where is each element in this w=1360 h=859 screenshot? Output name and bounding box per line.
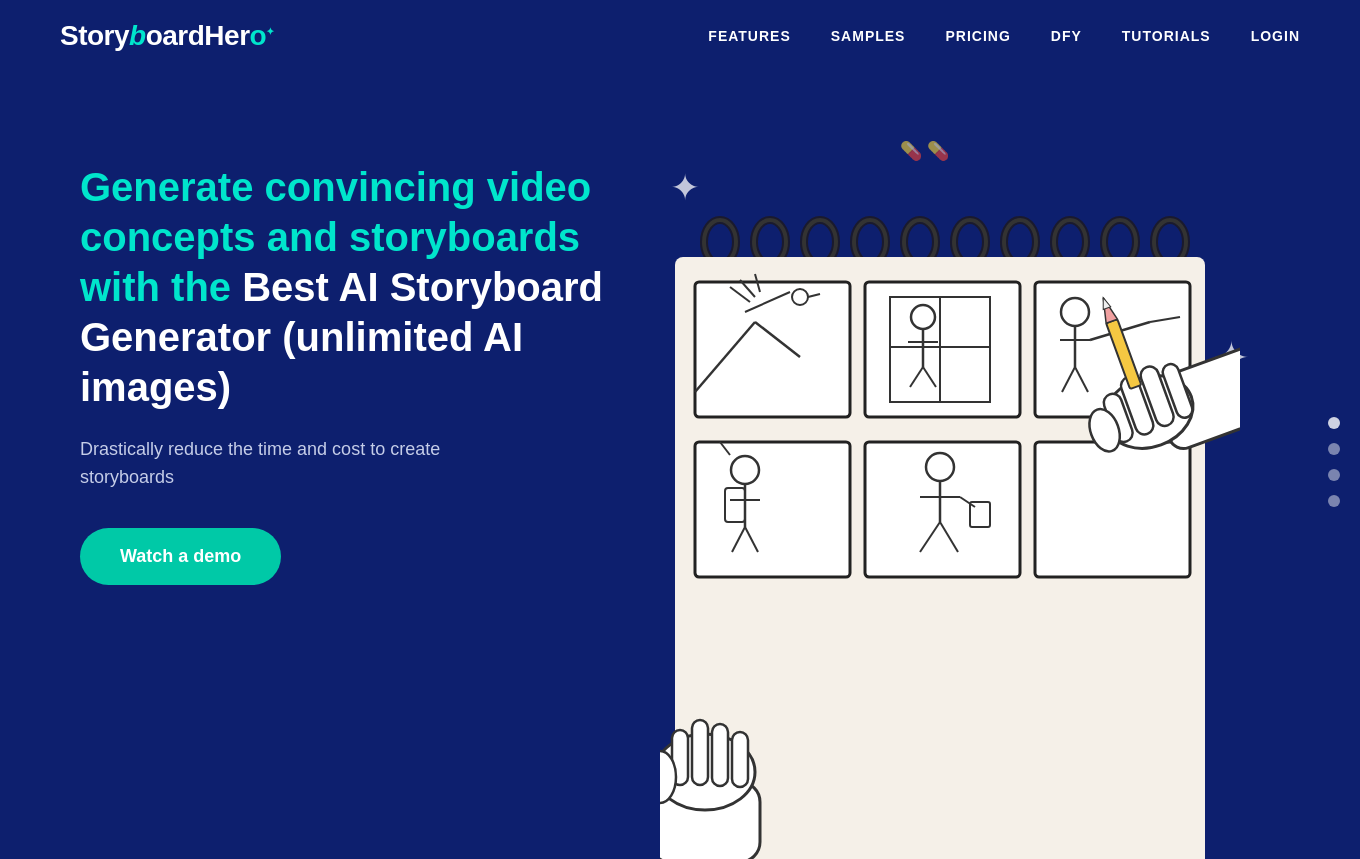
svg-rect-70	[692, 720, 708, 785]
nav-item-login[interactable]: LOGIN	[1251, 27, 1300, 45]
hero-section: Generate convincing video concepts and s…	[0, 72, 1360, 851]
frame-2	[865, 282, 1020, 417]
main-nav: StoryboardHero✦ FEATURES SAMPLES PRICING…	[0, 0, 1360, 72]
nav-link-pricing[interactable]: PRICING	[945, 28, 1010, 44]
hand-holding	[660, 720, 760, 859]
nav-links: FEATURES SAMPLES PRICING DFY TUTORIALS L…	[708, 27, 1300, 45]
side-dot-1[interactable]	[1328, 417, 1340, 429]
side-dot-4[interactable]	[1328, 495, 1340, 507]
side-dot-2[interactable]	[1328, 443, 1340, 455]
nav-item-dfy[interactable]: DFY	[1051, 27, 1082, 45]
hero-left: Generate convincing video concepts and s…	[80, 132, 660, 585]
frame-5	[865, 442, 1020, 577]
side-dots-nav	[1328, 417, 1340, 507]
hero-subtext: Drastically reduce the time and cost to …	[80, 436, 520, 492]
watch-demo-button[interactable]: Watch a demo	[80, 528, 281, 585]
nav-link-login[interactable]: LOGIN	[1251, 28, 1300, 44]
hero-right: ✦ 💊 💊 ✦ ✦	[660, 132, 1280, 851]
logo-dot-icon: ✦	[266, 26, 274, 37]
storyboard-svg	[660, 192, 1240, 859]
side-dot-3[interactable]	[1328, 469, 1340, 481]
nav-link-dfy[interactable]: DFY	[1051, 28, 1082, 44]
nav-link-features[interactable]: FEATURES	[708, 28, 790, 44]
nav-link-samples[interactable]: SAMPLES	[831, 28, 906, 44]
hero-heading: Generate convincing video concepts and s…	[80, 162, 660, 412]
nav-item-features[interactable]: FEATURES	[708, 27, 790, 45]
frame-4	[695, 442, 850, 577]
nav-item-tutorials[interactable]: TUTORIALS	[1122, 27, 1211, 45]
logo-accent: b	[129, 20, 146, 51]
nav-item-samples[interactable]: SAMPLES	[831, 27, 906, 45]
nav-item-pricing[interactable]: PRICING	[945, 27, 1010, 45]
logo-o: o	[250, 20, 267, 51]
svg-rect-72	[732, 732, 748, 787]
storyboard-illustration	[660, 192, 1260, 859]
frame-6	[1035, 442, 1190, 577]
svg-rect-71	[712, 724, 728, 786]
pills-icon: 💊 💊	[900, 140, 949, 162]
logo[interactable]: StoryboardHero✦	[60, 20, 274, 52]
frame-1	[695, 282, 850, 417]
nav-link-tutorials[interactable]: TUTORIALS	[1122, 28, 1211, 44]
